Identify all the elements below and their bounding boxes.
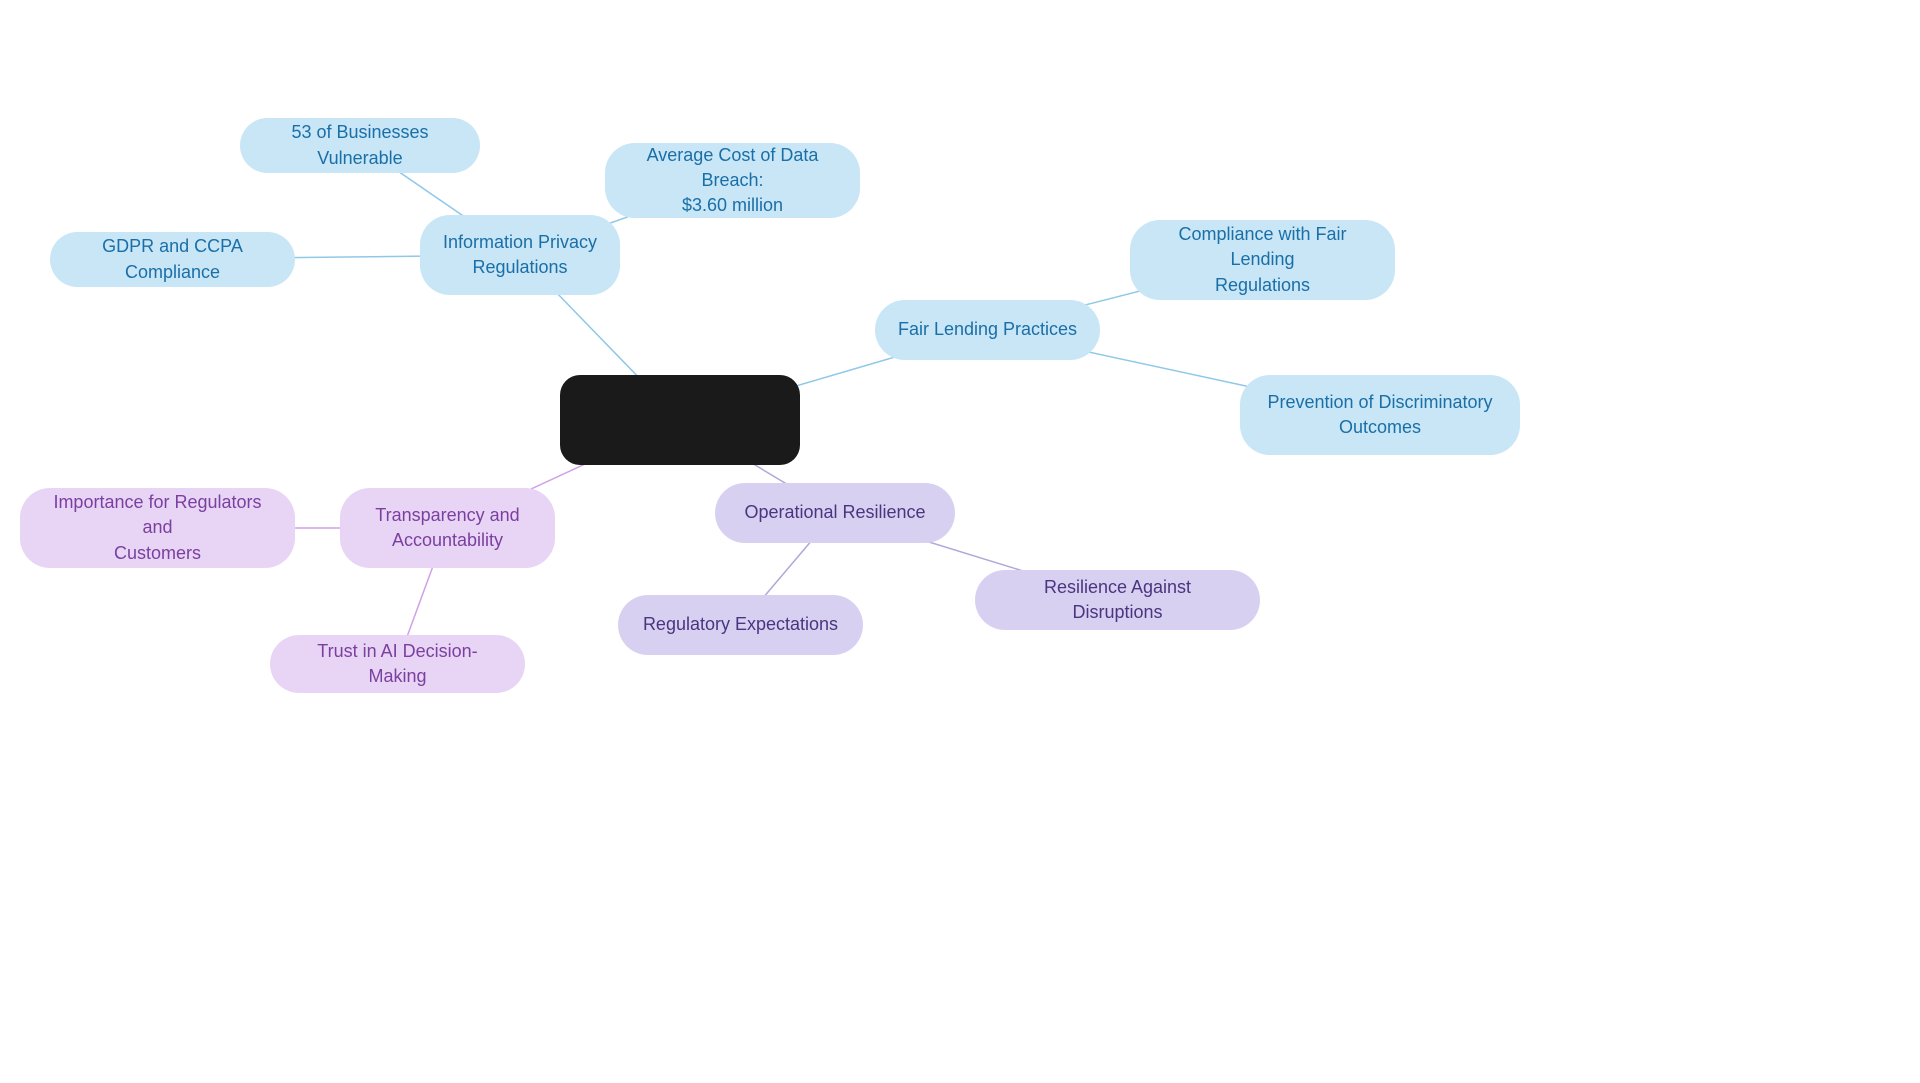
info-privacy-label: Information Privacy Regulations xyxy=(443,230,597,280)
node-fair-lending[interactable]: Fair Lending Practices xyxy=(875,300,1100,360)
importance-regulators-label: Importance for Regulators and Customers xyxy=(42,490,273,566)
operational-resilience-label: Operational Resilience xyxy=(744,500,925,525)
center-node[interactable] xyxy=(560,375,800,465)
mind-map: Information Privacy Regulations 53 of Bu… xyxy=(0,0,1920,1083)
resilience-disruptions-label: Resilience Against Disruptions xyxy=(997,575,1238,625)
node-regulatory-expectations[interactable]: Regulatory Expectations xyxy=(618,595,863,655)
transparency-label: Transparency and Accountability xyxy=(375,503,519,553)
node-businesses-vulnerable[interactable]: 53 of Businesses Vulnerable xyxy=(240,118,480,173)
trust-ai-label: Trust in AI Decision-Making xyxy=(292,639,503,689)
node-transparency[interactable]: Transparency and Accountability xyxy=(340,488,555,568)
node-compliance-fair-lending[interactable]: Compliance with Fair Lending Regulations xyxy=(1130,220,1395,300)
node-resilience-disruptions[interactable]: Resilience Against Disruptions xyxy=(975,570,1260,630)
node-info-privacy[interactable]: Information Privacy Regulations xyxy=(420,215,620,295)
regulatory-expectations-label: Regulatory Expectations xyxy=(643,612,838,637)
node-importance-regulators[interactable]: Importance for Regulators and Customers xyxy=(20,488,295,568)
node-avg-cost-breach[interactable]: Average Cost of Data Breach: $3.60 milli… xyxy=(605,143,860,218)
fair-lending-label: Fair Lending Practices xyxy=(898,317,1077,342)
node-operational-resilience[interactable]: Operational Resilience xyxy=(715,483,955,543)
avg-cost-breach-label: Average Cost of Data Breach: $3.60 milli… xyxy=(627,143,838,219)
prevention-discriminatory-label: Prevention of Discriminatory Outcomes xyxy=(1267,390,1492,440)
gdpr-ccpa-label: GDPR and CCPA Compliance xyxy=(72,234,273,284)
node-trust-ai[interactable]: Trust in AI Decision-Making xyxy=(270,635,525,693)
node-prevention-discriminatory[interactable]: Prevention of Discriminatory Outcomes xyxy=(1240,375,1520,455)
compliance-fair-lending-label: Compliance with Fair Lending Regulations xyxy=(1152,222,1373,298)
businesses-vulnerable-label: 53 of Businesses Vulnerable xyxy=(262,120,458,170)
node-gdpr-ccpa[interactable]: GDPR and CCPA Compliance xyxy=(50,232,295,287)
